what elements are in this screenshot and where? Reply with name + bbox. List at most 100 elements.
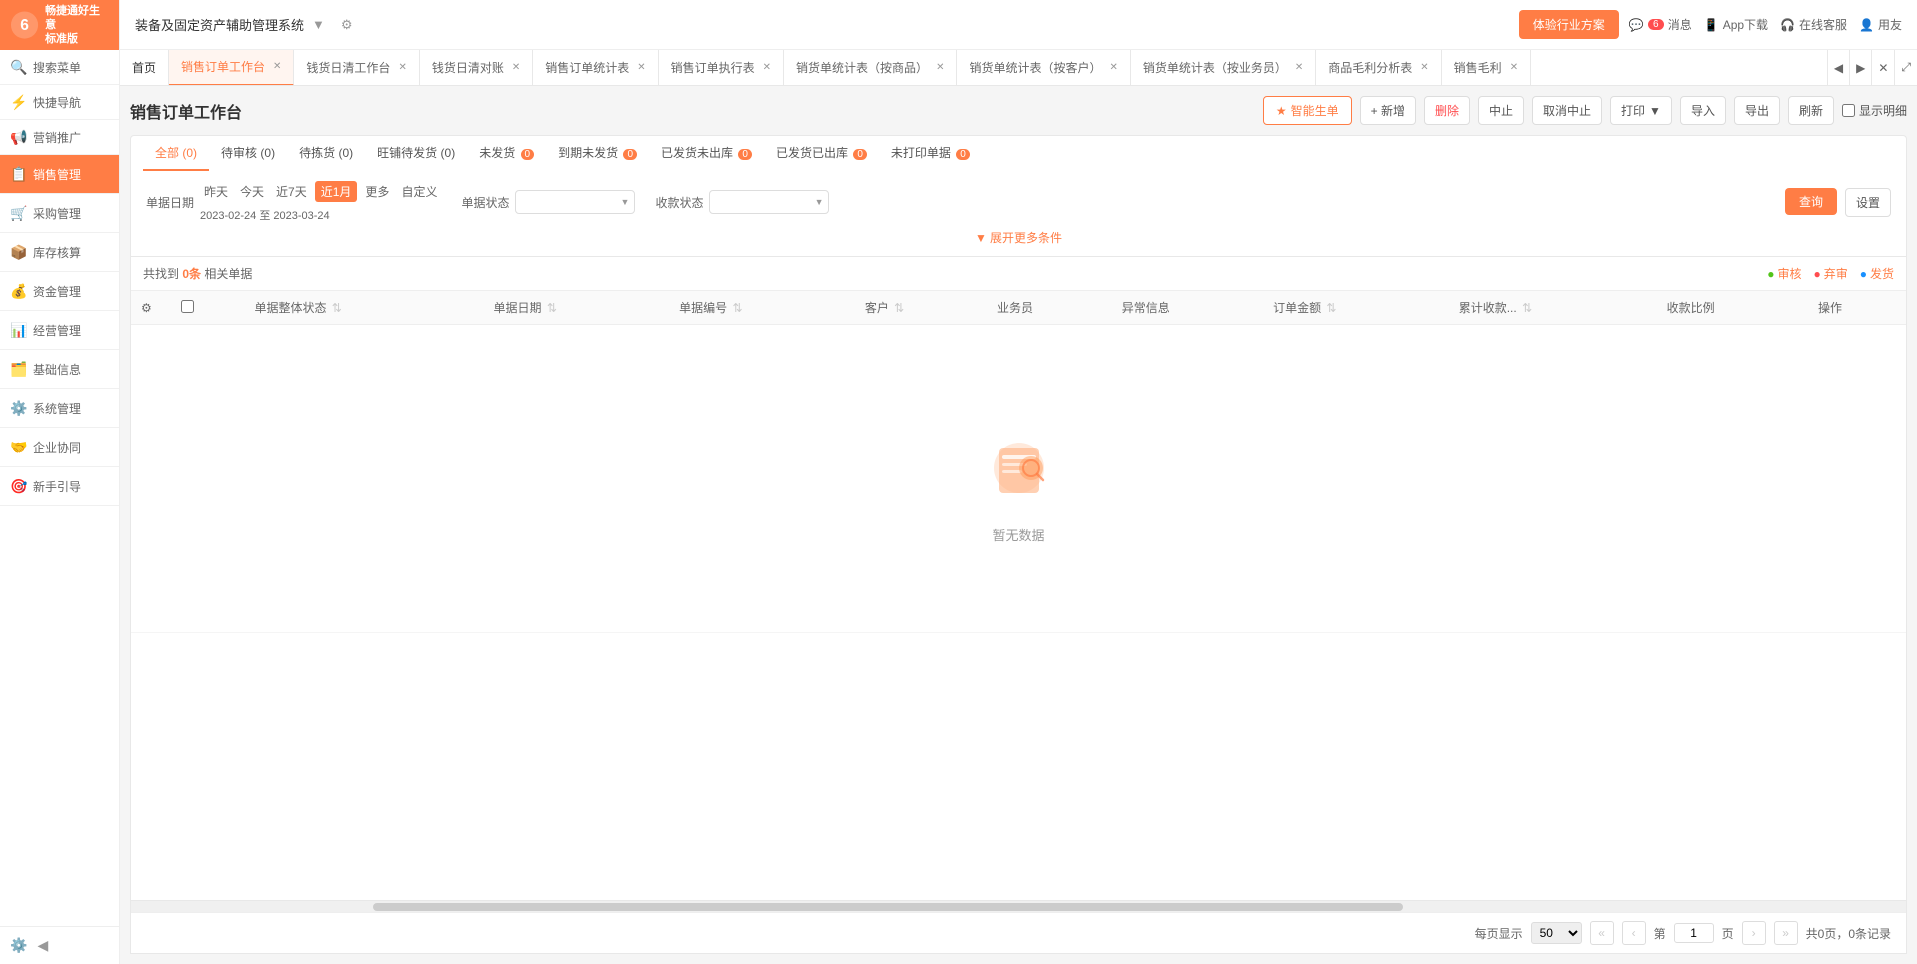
refresh-btn[interactable]: 刷新 xyxy=(1788,96,1834,125)
tab-sales-exec[interactable]: 销售订单执行表 ✕ xyxy=(659,50,784,86)
horizontal-scrollbar[interactable] xyxy=(131,900,1906,912)
tab-gross-profit-close[interactable]: ✕ xyxy=(1420,62,1428,73)
add-btn[interactable]: + 新增 xyxy=(1360,96,1416,125)
sub-tab-shipped-out[interactable]: 已发货已出库 0 xyxy=(764,136,879,171)
print-btn[interactable]: 打印 ▼ xyxy=(1610,96,1672,125)
cancel-suspend-btn[interactable]: 取消中止 xyxy=(1532,96,1602,125)
tab-sales-workbench[interactable]: 销售订单工作台 ✕ xyxy=(169,50,294,86)
tab-summary-customer[interactable]: 销货单统计表（按客户） ✕ xyxy=(957,50,1130,86)
sort-number-icon[interactable]: ⇅ xyxy=(733,301,743,315)
tab-summary-staff-close[interactable]: ✕ xyxy=(1295,62,1303,73)
status-select[interactable] xyxy=(515,190,635,214)
page-first-btn[interactable]: « xyxy=(1590,921,1614,945)
show-detail-input[interactable] xyxy=(1842,104,1855,117)
date-more[interactable]: 更多 xyxy=(361,181,393,202)
user-action[interactable]: 👤 用友 xyxy=(1859,16,1902,33)
sort-status-icon[interactable]: ⇅ xyxy=(332,301,342,315)
date-7days[interactable]: 近7天 xyxy=(272,181,311,202)
online-service-action[interactable]: 🎧 在线客服 xyxy=(1780,16,1847,33)
sidebar-item-guide[interactable]: 🎯 新手引导 xyxy=(0,467,119,506)
settings-gear-icon[interactable]: ⚙️ xyxy=(10,937,27,954)
sidebar-item-basic[interactable]: 🗂️ 基础信息 xyxy=(0,350,119,389)
sidebar-item-sales[interactable]: 📋 销售管理 xyxy=(0,155,119,194)
tab-nav-next[interactable]: ▶ xyxy=(1849,50,1871,86)
import-btn[interactable]: 导入 xyxy=(1680,96,1726,125)
table-scroll[interactable]: ⚙ 单据整体状态 ⇅ 单据日期 ⇅ xyxy=(131,291,1906,900)
tab-sales-split[interactable]: 销售毛利 ✕ xyxy=(1442,50,1531,86)
expand-filter-btn[interactable]: ▼ 展开更多条件 xyxy=(975,229,1062,246)
tab-summary-staff[interactable]: 销货单统计表（按业务员） ✕ xyxy=(1131,50,1316,86)
suspend-btn[interactable]: 中止 xyxy=(1478,96,1524,125)
tab-sales-stats-label: 销售订单统计表 xyxy=(545,59,629,76)
sub-tab-wangpu[interactable]: 旺铺待发货 (0) xyxy=(365,136,467,171)
date-today[interactable]: 今天 xyxy=(236,181,268,202)
sidebar-item-operation[interactable]: 📊 经营管理 xyxy=(0,311,119,350)
tab-sales-exec-close[interactable]: ✕ xyxy=(763,62,771,73)
tab-daily-clear[interactable]: 钱货日清工作台 ✕ xyxy=(294,50,419,86)
date-yesterday[interactable]: 昨天 xyxy=(200,181,232,202)
sidebar-item-system[interactable]: ⚙️ 系统管理 xyxy=(0,389,119,428)
payment-select[interactable] xyxy=(709,190,829,214)
app-download-action[interactable]: 📱 App下载 xyxy=(1704,16,1768,33)
smart-generate-btn[interactable]: ★ 智能生单 xyxy=(1263,96,1352,125)
sidebar-item-inventory[interactable]: 📦 库存核算 xyxy=(0,233,119,272)
tab-bar: 首页 销售订单工作台 ✕ 钱货日清工作台 ✕ 钱货日清对账 ✕ 销售订单统计表 … xyxy=(120,50,1917,86)
scrollbar-thumb[interactable] xyxy=(373,903,1403,911)
date-custom[interactable]: 自定义 xyxy=(397,181,441,202)
title-dropdown-icon[interactable]: ▼ xyxy=(312,17,325,32)
tab-home[interactable]: 首页 xyxy=(120,50,169,86)
column-settings-icon[interactable]: ⚙ xyxy=(141,301,152,315)
sub-tab-expired-unshipped[interactable]: 到期未发货 0 xyxy=(546,136,649,171)
export-btn[interactable]: 导出 xyxy=(1734,96,1780,125)
tab-summary-product-close[interactable]: ✕ xyxy=(936,62,944,73)
unreview-action[interactable]: ● 弃审 xyxy=(1813,265,1847,282)
tab-nav-prev[interactable]: ◀ xyxy=(1827,50,1849,86)
page-prev-btn[interactable]: ‹ xyxy=(1622,921,1646,945)
delete-btn[interactable]: 删除 xyxy=(1424,96,1470,125)
page-last-btn[interactable]: » xyxy=(1774,921,1798,945)
industry-btn[interactable]: 体验行业方案 xyxy=(1519,10,1619,39)
sort-customer-icon[interactable]: ⇅ xyxy=(894,301,904,315)
tab-summary-customer-close[interactable]: ✕ xyxy=(1109,62,1117,73)
sub-tab-unshipped[interactable]: 未发货 0 xyxy=(467,136,546,171)
tab-summary-product[interactable]: 销货单统计表（按商品） ✕ xyxy=(784,50,957,86)
page-size-select[interactable]: 50 100 200 xyxy=(1531,922,1582,944)
sidebar-item-search[interactable]: 🔍 搜索菜单 xyxy=(0,50,119,85)
tab-gross-profit[interactable]: 商品毛利分析表 ✕ xyxy=(1316,50,1441,86)
page-input[interactable] xyxy=(1674,923,1714,943)
sidebar-item-quick[interactable]: ⚡ 快捷导航 xyxy=(0,85,119,120)
sort-amount-icon[interactable]: ⇅ xyxy=(1326,301,1336,315)
sub-tab-unprinted[interactable]: 未打印单据 0 xyxy=(879,136,982,171)
tab-sales-split-close[interactable]: ✕ xyxy=(1510,62,1518,73)
sub-tab-shipped-not-out[interactable]: 已发货未出库 0 xyxy=(649,136,764,171)
date-1month[interactable]: 近1月 xyxy=(315,181,358,202)
tab-cash-reconcile[interactable]: 钱货日清对账 ✕ xyxy=(420,50,533,86)
tab-sales-stats[interactable]: 销售订单统计表 ✕ xyxy=(533,50,658,86)
sub-tab-pending-inspect[interactable]: 待拣货 (0) xyxy=(287,136,365,171)
sidebar-item-marketing[interactable]: 📢 营销推广 xyxy=(0,120,119,155)
sort-received-icon[interactable]: ⇅ xyxy=(1522,301,1532,315)
tab-cash-reconcile-close[interactable]: ✕ xyxy=(512,62,520,73)
settings-icon[interactable]: ⚙ xyxy=(341,17,353,33)
review-action[interactable]: ● 审核 xyxy=(1767,265,1801,282)
collapse-icon[interactable]: ◀ xyxy=(37,937,48,954)
message-action[interactable]: 💬 6 消息 xyxy=(1629,16,1692,33)
sidebar-item-finance[interactable]: 💰 资金管理 xyxy=(0,272,119,311)
ship-action[interactable]: ● 发货 xyxy=(1860,265,1894,282)
show-detail-checkbox[interactable]: 显示明细 xyxy=(1842,102,1907,119)
page-next-btn[interactable]: › xyxy=(1742,921,1766,945)
query-btn[interactable]: 查询 xyxy=(1785,188,1837,215)
sidebar-item-enterprise[interactable]: 🤝 企业协同 xyxy=(0,428,119,467)
setting-btn[interactable]: 设置 xyxy=(1845,188,1891,217)
tab-sales-stats-close[interactable]: ✕ xyxy=(637,62,645,73)
tab-close-all[interactable]: ✕ xyxy=(1871,50,1894,86)
sort-date-icon[interactable]: ⇅ xyxy=(547,301,557,315)
sub-tab-pending-review[interactable]: 待审核 (0) xyxy=(209,136,287,171)
sidebar-item-purchase[interactable]: 🛒 采购管理 xyxy=(0,194,119,233)
tab-daily-clear-close[interactable]: ✕ xyxy=(398,62,406,73)
tab-cash-reconcile-label: 钱货日清对账 xyxy=(432,59,504,76)
tab-sales-workbench-close[interactable]: ✕ xyxy=(273,61,281,72)
select-all-checkbox[interactable] xyxy=(181,300,194,313)
tab-fullscreen[interactable]: ⤢ xyxy=(1894,50,1917,86)
sub-tab-all[interactable]: 全部 (0) xyxy=(143,136,209,171)
